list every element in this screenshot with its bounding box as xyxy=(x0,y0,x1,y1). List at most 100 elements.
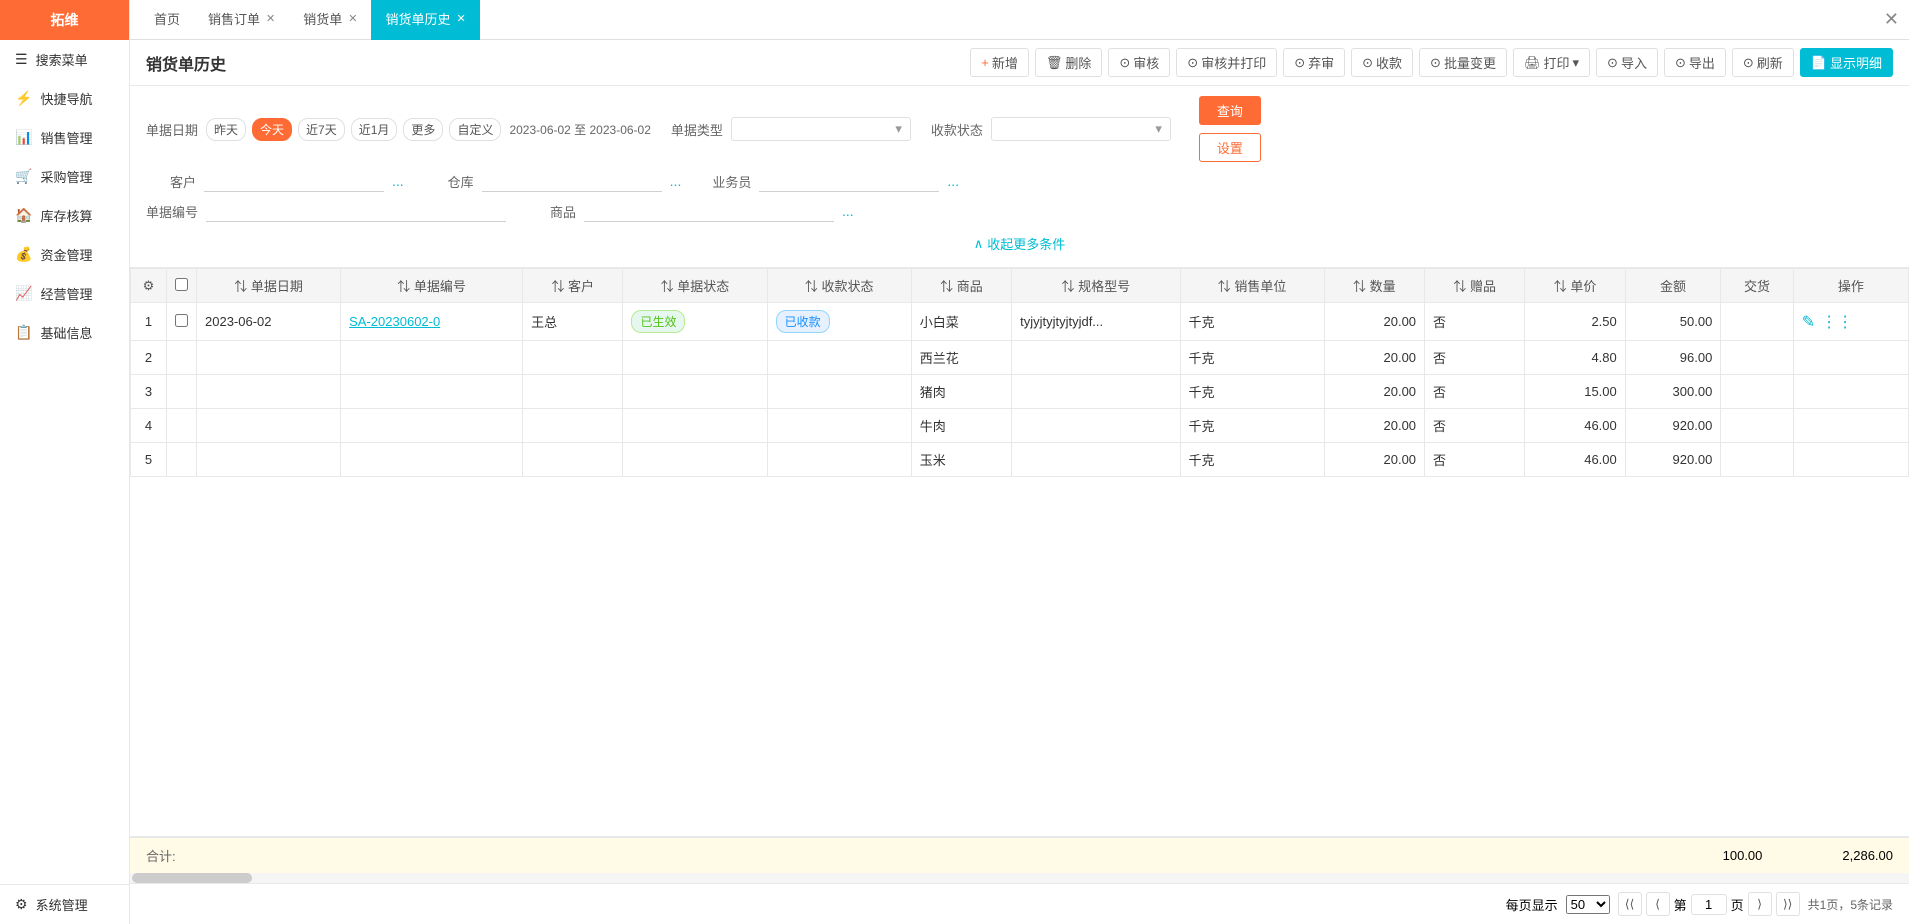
sidebar-item-quick-nav[interactable]: ⚡ 快捷导航 xyxy=(0,79,129,118)
new-button[interactable]: + 新增 xyxy=(970,48,1029,77)
docno-input[interactable] xyxy=(206,200,506,222)
staff-label: 业务员 xyxy=(701,172,751,191)
set-button[interactable]: 设置 xyxy=(1199,133,1261,162)
batch-change-button[interactable]: ⊙ 批量变更 xyxy=(1419,48,1507,77)
last-page-button[interactable]: ⟩⟩ xyxy=(1776,892,1800,916)
tab-home[interactable]: 首页 xyxy=(140,0,194,40)
row-docno-cell[interactable] xyxy=(341,443,523,477)
refresh-button[interactable]: ⊙ 刷新 xyxy=(1732,48,1794,77)
row-docno-cell[interactable]: SA-20230602-0 xyxy=(341,303,523,341)
select-all-checkbox[interactable] xyxy=(175,278,188,291)
prev-page-button[interactable]: ⟨ xyxy=(1646,892,1670,916)
first-page-button[interactable]: ⟨⟨ xyxy=(1618,892,1642,916)
next-page-button[interactable]: ⟩ xyxy=(1748,892,1772,916)
row-date-cell: 2023-06-02 xyxy=(197,303,341,341)
tab-sales-history[interactable]: 销货单历史 ✕ xyxy=(371,0,479,40)
tab-sales-goods[interactable]: 销货单 ✕ xyxy=(289,0,371,40)
row-checkbox[interactable] xyxy=(175,314,188,327)
collect-button[interactable]: ⊙ 收款 xyxy=(1351,48,1413,77)
import-button[interactable]: ⊙ 导入 xyxy=(1596,48,1658,77)
row-checkbox-cell[interactable] xyxy=(167,341,197,375)
warehouse-input[interactable] xyxy=(482,170,662,192)
tab-home-label: 首页 xyxy=(154,9,180,28)
col-customer[interactable]: ⇅ 客户 xyxy=(523,269,623,303)
tab-sales-goods-close[interactable]: ✕ xyxy=(348,12,357,25)
audit-button[interactable]: ⊙ 审核 xyxy=(1108,48,1170,77)
sidebar-item-purchase-mgmt[interactable]: 🛒 采购管理 xyxy=(0,157,129,196)
date-chip-1month[interactable]: 近1月 xyxy=(351,118,398,141)
date-chip-custom[interactable]: 自定义 xyxy=(449,118,501,141)
sidebar-item-basic-info[interactable]: 📋 基础信息 xyxy=(0,313,129,352)
sidebar-item-search-menu[interactable]: ☰ 搜索菜单 xyxy=(0,40,129,79)
sidebar-item-inventory[interactable]: 🏠 库存核算 xyxy=(0,196,129,235)
row-checkbox-cell[interactable] xyxy=(167,303,197,341)
scrollbar-thumb[interactable] xyxy=(132,873,252,883)
footer-label: 合计: xyxy=(146,846,176,865)
sidebar-item-finance[interactable]: 💰 资金管理 xyxy=(0,235,129,274)
col-settings[interactable]: ⚙ xyxy=(131,269,167,303)
row-docno-cell[interactable] xyxy=(341,375,523,409)
row-checkbox-cell[interactable] xyxy=(167,375,197,409)
col-qty[interactable]: ⇅ 数量 xyxy=(1324,269,1424,303)
date-chip-yesterday[interactable]: 昨天 xyxy=(206,118,246,141)
staff-input[interactable] xyxy=(759,170,939,192)
row-checkbox-cell[interactable] xyxy=(167,409,197,443)
row-docno-link[interactable]: SA-20230602-0 xyxy=(349,314,440,329)
show-detail-button[interactable]: 📄 显示明细 xyxy=(1800,48,1893,77)
customer-more-icon[interactable]: ... xyxy=(392,173,404,189)
sidebar-item-system-mgmt[interactable]: ⚙ 系统管理 xyxy=(0,885,129,924)
status-badge: 已生效 xyxy=(631,310,685,333)
doctype-select[interactable]: ▾ xyxy=(731,117,911,141)
audit-print-button[interactable]: ⊙ 审核并打印 xyxy=(1176,48,1277,77)
page-input[interactable] xyxy=(1691,894,1727,915)
customer-input[interactable] xyxy=(204,170,384,192)
row-num-cell: 4 xyxy=(131,409,167,443)
paystatus-select[interactable]: ▾ xyxy=(991,117,1171,141)
col-unit[interactable]: ⇅ 销售单位 xyxy=(1180,269,1324,303)
page-title: 销货单历史 xyxy=(146,51,970,75)
col-gift-label: ⇅ 赠品 xyxy=(1453,279,1496,294)
query-button[interactable]: 查询 xyxy=(1199,96,1261,125)
row-docno-cell[interactable] xyxy=(341,341,523,375)
filter-group-paystatus: 收款状态 ▾ xyxy=(931,117,1171,141)
row-checkbox-cell[interactable] xyxy=(167,443,197,477)
col-gift[interactable]: ⇅ 赠品 xyxy=(1425,269,1525,303)
page-size-select[interactable]: 50 10 20 100 xyxy=(1566,895,1610,914)
row-trade-cell xyxy=(1721,375,1793,409)
tab-sales-order-close[interactable]: ✕ xyxy=(266,12,275,25)
edit-icon[interactable]: ✎ xyxy=(1802,312,1815,332)
col-docno[interactable]: ⇅ 单据编号 xyxy=(341,269,523,303)
col-date[interactable]: ⇅ 单据日期 xyxy=(197,269,341,303)
col-docstatus[interactable]: ⇅ 单据状态 xyxy=(623,269,767,303)
col-spec[interactable]: ⇅ 规格型号 xyxy=(1012,269,1180,303)
horizontal-scrollbar[interactable] xyxy=(130,873,1909,883)
date-chip-today[interactable]: 今天 xyxy=(252,118,292,141)
col-goods[interactable]: ⇅ 商品 xyxy=(911,269,1011,303)
tab-sales-history-close[interactable]: ✕ xyxy=(457,12,466,25)
page-size-label: 每页显示 xyxy=(1506,895,1558,914)
tab-close-all[interactable]: ✕ xyxy=(1884,9,1899,30)
date-chip-7days[interactable]: 近7天 xyxy=(298,118,345,141)
sidebar-item-sales-mgmt[interactable]: 📊 销售管理 xyxy=(0,118,129,157)
warehouse-more-icon[interactable]: ... xyxy=(670,173,682,189)
row-docno-cell[interactable] xyxy=(341,409,523,443)
export-button[interactable]: ⊙ 导出 xyxy=(1664,48,1726,77)
goods-input[interactable] xyxy=(584,200,834,222)
col-checkbox[interactable] xyxy=(167,269,197,303)
abandon-button[interactable]: ⊙ 弃审 xyxy=(1283,48,1345,77)
tab-sales-order[interactable]: 销售订单 ✕ xyxy=(194,0,289,40)
col-paystatus[interactable]: ⇅ 收款状态 xyxy=(767,269,911,303)
date-chip-more[interactable]: 更多 xyxy=(403,118,443,141)
sidebar-item-operations[interactable]: 📈 经营管理 xyxy=(0,274,129,313)
goods-more-icon[interactable]: ... xyxy=(842,203,854,219)
row-gift-cell: 否 xyxy=(1425,303,1525,341)
staff-more-icon[interactable]: ... xyxy=(947,173,959,189)
collapse-button[interactable]: ∧ 收起更多条件 xyxy=(146,230,1893,257)
docno-label: 单据编号 xyxy=(146,202,198,221)
delete-button[interactable]: 🗑 删除 xyxy=(1035,48,1103,77)
more-icon[interactable]: ⋮⋮ xyxy=(1821,312,1853,332)
col-price[interactable]: ⇅ 单价 xyxy=(1525,269,1625,303)
print-button[interactable]: 🖨 打印 ▾ xyxy=(1513,48,1590,77)
col-customer-label: ⇅ 客户 xyxy=(551,279,594,294)
plus-icon: + xyxy=(981,55,989,70)
